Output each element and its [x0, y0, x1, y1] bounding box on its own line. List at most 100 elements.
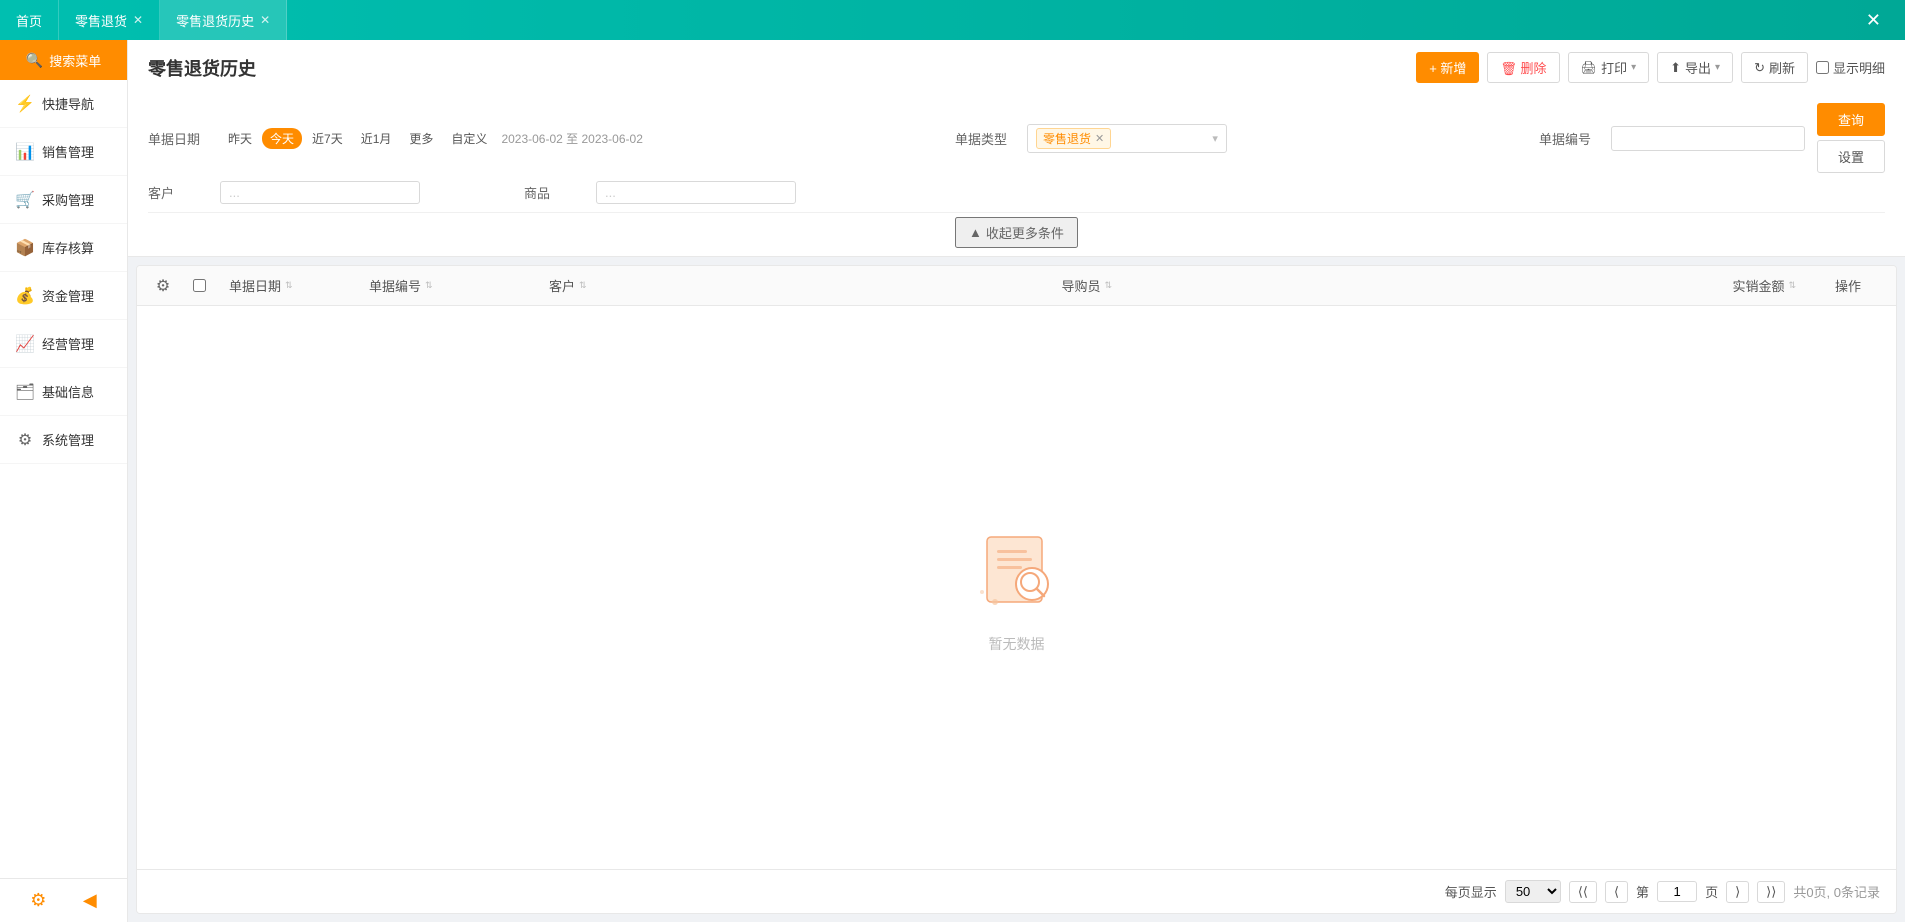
prev-page-button[interactable]: ⟨: [1605, 881, 1628, 903]
refresh-button[interactable]: ↻ 刷新: [1741, 52, 1808, 83]
date-btn-more[interactable]: 更多: [401, 128, 441, 149]
finance-icon: 💰: [16, 287, 34, 305]
col-voucher-date-label: 单据日期: [229, 276, 281, 295]
tab-retail-return-close[interactable]: ✕: [133, 13, 143, 27]
print-button[interactable]: 🖨 🖨 打印 打印 ▾: [1568, 52, 1650, 83]
filter-row-1: 单据日期 昨天 今天 近7天 近1月 更多 自定义 2023-06-02 至 2…: [148, 103, 1885, 173]
collapse-bar: ▲ 收起更多条件: [148, 212, 1885, 256]
settings-button[interactable]: 设置: [1817, 140, 1885, 173]
date-btn-week[interactable]: 近7天: [304, 128, 351, 149]
col-action-label: 操作: [1835, 276, 1861, 295]
sales-icon: 📊: [16, 143, 34, 161]
sidebar-item-operations[interactable]: 📈 经营管理: [0, 320, 127, 368]
date-btn-month[interactable]: 近1月: [353, 128, 400, 149]
table-footer: 每页显示 50 10 20 100 ⟨⟨ ⟨ 第 页 ⟩ ⟩⟩ 共0页, 0条记…: [137, 869, 1896, 913]
goods-label: 商品: [524, 183, 584, 202]
sidebar-footer: ⚙ ◀: [0, 878, 127, 922]
empty-state-text: 暂无数据: [989, 634, 1045, 654]
sidebar-search[interactable]: 🔍 搜索菜单: [0, 40, 127, 80]
sidebar-item-purchase[interactable]: 🛒 采购管理: [0, 176, 127, 224]
sidebar-item-quick-nav[interactable]: ⚡ 快捷导航: [0, 80, 127, 128]
per-page-select[interactable]: 50 10 20 100: [1505, 880, 1561, 903]
voucher-type-select[interactable]: 零售退货 ✕ ▾: [1027, 124, 1227, 153]
date-btn-custom[interactable]: 自定义: [443, 128, 495, 149]
tab-retail-return-history[interactable]: 零售退货历史 ✕: [160, 0, 287, 40]
goods-input[interactable]: ...: [596, 181, 796, 204]
date-btn-today[interactable]: 今天: [262, 128, 302, 149]
toolbar: + 新增 🗑 删除 🖨 🖨 打印 打印 ▾ ⬆ 导出 ▾ ↻: [1416, 52, 1808, 83]
table-select-all[interactable]: [181, 279, 217, 292]
sidebar: 🔍 搜索菜单 ⚡ 快捷导航 📊 销售管理 🛒 采购管理 📦 库存核算 💰: [0, 40, 128, 922]
sidebar-item-inventory[interactable]: 📦 库存核算: [0, 224, 127, 272]
display-detail-checkbox[interactable]: [1816, 61, 1829, 74]
sidebar-item-inventory-label: 库存核算: [42, 238, 94, 257]
col-amount-label: 实销金额: [1732, 276, 1784, 295]
export-button[interactable]: ⬆ 导出 ▾: [1657, 52, 1733, 83]
new-button[interactable]: + 新增: [1416, 52, 1479, 83]
first-page-button[interactable]: ⟨⟨: [1569, 881, 1597, 903]
sidebar-item-sales[interactable]: 📊 销售管理: [0, 128, 127, 176]
settings-foot-icon[interactable]: ⚙: [30, 890, 46, 911]
voucher-date-label: 单据日期: [148, 129, 208, 148]
table-container: ⚙ 单据日期 ⇅ 单据编号 ⇅ 客户 ⇅ 导购员 ⇅: [136, 265, 1897, 914]
col-customer-label: 客户: [549, 276, 575, 295]
query-settings-buttons: 查询 设置: [1817, 103, 1885, 173]
page-number-input[interactable]: [1657, 881, 1697, 902]
main-layout: 🔍 搜索菜单 ⚡ 快捷导航 📊 销售管理 🛒 采购管理 📦 库存核算 💰: [0, 40, 1905, 922]
operations-icon: 📈: [16, 335, 34, 353]
sidebar-item-quick-nav-label: 快捷导航: [42, 94, 94, 113]
display-detail-label: 显示明细: [1833, 58, 1885, 77]
col-amount-sort: ⇅: [1788, 280, 1796, 291]
voucher-no-input[interactable]: [1611, 126, 1805, 151]
collapse-button[interactable]: ▲ 收起更多条件: [955, 217, 1078, 248]
col-customer[interactable]: 客户 ⇅: [537, 268, 1050, 303]
tab-retail-return-history-close[interactable]: ✕: [260, 13, 270, 27]
tab-home[interactable]: 首页: [0, 0, 59, 40]
close-window-button[interactable]: ✕: [1858, 10, 1889, 31]
print-icon: 🖨: [1581, 60, 1598, 76]
sidebar-item-purchase-label: 采购管理: [42, 190, 94, 209]
last-page-button[interactable]: ⟩⟩: [1757, 881, 1785, 903]
collapse-icon: ▲: [969, 225, 982, 240]
select-all-checkbox[interactable]: [193, 279, 206, 292]
voucher-type-arrow: ▾: [1212, 132, 1218, 145]
system-icon: ⚙: [16, 431, 34, 449]
sidebar-item-operations-label: 经营管理: [42, 334, 94, 353]
display-toggle: 显示明细: [1816, 58, 1885, 77]
col-guide[interactable]: 导购员 ⇅: [1050, 268, 1200, 303]
delete-button[interactable]: 🗑 删除: [1487, 52, 1559, 83]
filter-row-2: 客户 ... 商品 ...: [148, 181, 1885, 204]
col-voucher-date-sort: ⇅: [285, 280, 293, 291]
voucher-type-tag-text: 零售退货: [1043, 130, 1091, 147]
date-btn-yesterday[interactable]: 昨天: [220, 128, 260, 149]
sidebar-item-basic-info[interactable]: 🗂 基础信息: [0, 368, 127, 416]
sidebar-item-basic-info-label: 基础信息: [42, 382, 94, 401]
tab-retail-return-label: 零售退货: [75, 11, 127, 30]
tab-bar: 首页 零售退货 ✕ 零售退货历史 ✕: [0, 0, 1858, 40]
empty-state-image: [967, 522, 1067, 622]
tab-home-label: 首页: [16, 11, 42, 30]
col-amount[interactable]: 实销金额 ⇅: [1688, 268, 1808, 303]
query-button[interactable]: 查询: [1817, 103, 1885, 136]
tab-retail-return-history-label: 零售退货历史: [176, 11, 254, 30]
voucher-type-tag: 零售退货 ✕: [1036, 128, 1111, 149]
purchase-icon: 🛒: [16, 191, 34, 209]
total-text: 共0页, 0条记录: [1793, 882, 1880, 901]
table-settings-icon[interactable]: ⚙: [145, 276, 181, 296]
date-filter-options: 昨天 今天 近7天 近1月 更多 自定义 2023-06-02 至 2023-0…: [220, 128, 643, 149]
empty-state: 暂无数据: [137, 306, 1896, 869]
sidebar-item-system[interactable]: ⚙ 系统管理: [0, 416, 127, 464]
customer-input[interactable]: ...: [220, 181, 420, 204]
sidebar-item-finance[interactable]: 💰 资金管理: [0, 272, 127, 320]
col-voucher-date[interactable]: 单据日期 ⇅: [217, 268, 357, 303]
date-range-display: 2023-06-02 至 2023-06-02: [501, 130, 642, 147]
export-icon: ⬆: [1670, 60, 1681, 76]
tab-retail-return[interactable]: 零售退货 ✕: [59, 0, 160, 40]
collapse-label: 收起更多条件: [986, 223, 1064, 242]
voucher-type-tag-close[interactable]: ✕: [1095, 132, 1104, 145]
goods-placeholder: ...: [605, 185, 616, 200]
quick-nav-icon: ⚡: [16, 95, 34, 113]
col-voucher-no[interactable]: 单据编号 ⇅: [357, 268, 537, 303]
collapse-sidebar-icon[interactable]: ◀: [83, 890, 97, 911]
next-page-button[interactable]: ⟩: [1726, 881, 1749, 903]
